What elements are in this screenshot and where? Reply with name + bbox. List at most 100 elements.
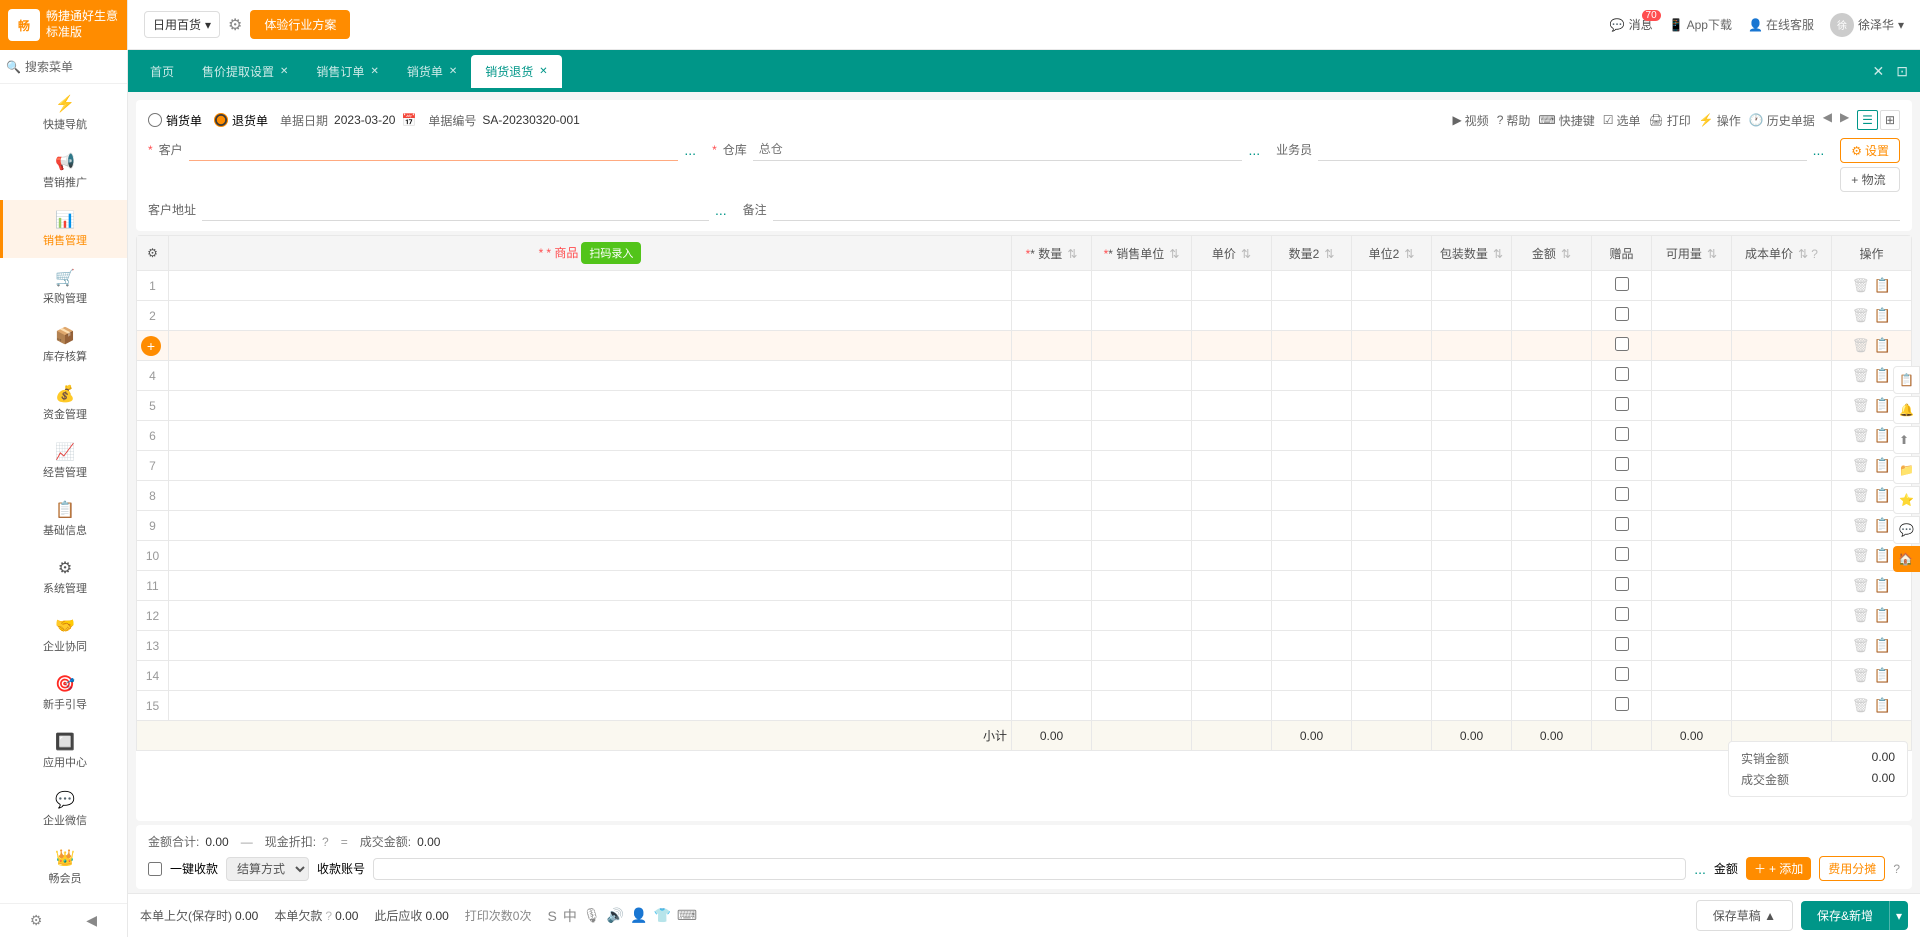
gift-checkbox[interactable] <box>1615 667 1629 681</box>
pack-qty-cell[interactable] <box>1432 391 1512 421</box>
unit2-cell[interactable] <box>1352 391 1432 421</box>
tab-close-active-icon[interactable]: ✕ <box>539 66 547 77</box>
prev-doc-icon[interactable]: ◀ <box>1823 110 1832 130</box>
right-panel-btn-6[interactable]: 💬 <box>1893 516 1920 544</box>
cost-price-cell[interactable] <box>1732 631 1832 661</box>
amount-cell[interactable] <box>1512 361 1592 391</box>
sort-icon[interactable]: ⇅ <box>1798 247 1808 261</box>
available-cell[interactable] <box>1652 571 1732 601</box>
unit2-cell[interactable] <box>1352 691 1432 721</box>
help-btn[interactable]: ? 帮助 <box>1497 110 1531 130</box>
sidebar-item-kucun[interactable]: 📦 库存核算 <box>0 316 127 374</box>
right-panel-btn-3[interactable]: ⬆ <box>1893 426 1920 454</box>
trial-plan-button[interactable]: 体验行业方案 <box>250 10 350 39</box>
qty2-cell[interactable] <box>1272 421 1352 451</box>
customer-input[interactable] <box>189 138 679 161</box>
qty2-cell[interactable] <box>1272 301 1352 331</box>
quantity-cell[interactable] <box>1012 271 1092 301</box>
account-input[interactable] <box>373 858 1686 880</box>
pack-qty-cell[interactable] <box>1432 301 1512 331</box>
online-service-btn[interactable]: 👤 在线客服 <box>1748 16 1814 33</box>
unit-cell[interactable] <box>1092 301 1192 331</box>
product-cell[interactable] <box>169 661 1012 691</box>
pack-qty-cell[interactable] <box>1432 661 1512 691</box>
topbar-settings-icon[interactable]: ⚙ <box>228 15 242 35</box>
sidebar-item-xitong[interactable]: ⚙ 系统管理 <box>0 548 127 606</box>
gift-cell[interactable] <box>1592 661 1652 691</box>
salesperson-input[interactable] <box>1318 138 1806 161</box>
pack-qty-cell[interactable] <box>1432 511 1512 541</box>
tab-close-icon[interactable]: ✕ <box>280 66 288 77</box>
quantity-cell[interactable] <box>1012 331 1092 361</box>
cost-price-cell[interactable] <box>1732 571 1832 601</box>
fee-split-btn[interactable]: 费用分摊 <box>1819 856 1885 881</box>
gift-cell[interactable] <box>1592 541 1652 571</box>
copy-row-btn[interactable]: 📋 <box>1874 697 1891 713</box>
gift-checkbox[interactable] <box>1615 607 1629 621</box>
sidebar-item-weixin[interactable]: 💬 企业微信 <box>0 780 127 838</box>
right-panel-btn-7[interactable]: 🏠 <box>1893 546 1920 572</box>
quantity-cell[interactable] <box>1012 481 1092 511</box>
col-settings[interactable]: ⚙ <box>137 236 169 271</box>
gift-cell[interactable] <box>1592 631 1652 661</box>
gift-checkbox[interactable] <box>1615 487 1629 501</box>
available-cell[interactable] <box>1652 601 1732 631</box>
product-cell[interactable] <box>169 481 1012 511</box>
qty2-cell[interactable] <box>1272 571 1352 601</box>
unit-cell[interactable] <box>1092 571 1192 601</box>
right-panel-btn-2[interactable]: 🔔 <box>1893 396 1920 424</box>
price-cell[interactable] <box>1192 601 1272 631</box>
gift-checkbox[interactable] <box>1615 457 1629 471</box>
app-download-btn[interactable]: 📱 App下载 <box>1669 16 1732 33</box>
amount-cell[interactable] <box>1512 541 1592 571</box>
unit2-cell[interactable] <box>1352 631 1432 661</box>
copy-row-btn[interactable]: 📋 <box>1874 637 1891 653</box>
price-cell[interactable] <box>1192 691 1272 721</box>
video-btn[interactable]: ▶ 视频 <box>1452 110 1488 130</box>
price-cell[interactable] <box>1192 361 1272 391</box>
copy-row-btn[interactable]: 📋 <box>1874 607 1891 623</box>
sidebar-item-kuaijie[interactable]: ⚡ 快捷导航 <box>0 84 127 142</box>
next-doc-icon[interactable]: ▶ <box>1840 110 1849 130</box>
sidebar-item-xinshou[interactable]: 🎯 新手引导 <box>0 664 127 722</box>
quantity-cell[interactable] <box>1012 571 1092 601</box>
logistics-btn[interactable]: + 物流 <box>1840 167 1900 192</box>
qty2-cell[interactable] <box>1272 451 1352 481</box>
gift-checkbox[interactable] <box>1615 367 1629 381</box>
sort-icon[interactable]: ⇅ <box>1324 247 1334 261</box>
pack-qty-cell[interactable] <box>1432 331 1512 361</box>
quantity-cell[interactable] <box>1012 601 1092 631</box>
save-new-dropdown-btn[interactable]: ▾ <box>1889 901 1908 930</box>
available-cell[interactable] <box>1652 541 1732 571</box>
amount-cell[interactable] <box>1512 451 1592 481</box>
amount-cell[interactable] <box>1512 691 1592 721</box>
tab-sales[interactable]: 销货单 ✕ <box>393 55 471 88</box>
amount-cell[interactable] <box>1512 511 1592 541</box>
qty2-cell[interactable] <box>1272 271 1352 301</box>
pack-qty-cell[interactable] <box>1432 361 1512 391</box>
pack-qty-cell[interactable] <box>1432 451 1512 481</box>
pack-qty-cell[interactable] <box>1432 421 1512 451</box>
print-btn[interactable]: 🖨 打印 <box>1649 110 1691 130</box>
copy-row-btn[interactable]: 📋 <box>1874 517 1891 533</box>
settings-btn[interactable]: ⚙ 设置 <box>1840 138 1900 163</box>
save-draft-button[interactable]: 保存草稿 ▲ <box>1696 900 1793 931</box>
gift-checkbox[interactable] <box>1615 547 1629 561</box>
cost-price-cell[interactable] <box>1732 691 1832 721</box>
remark-input[interactable] <box>773 198 1900 221</box>
product-cell[interactable] <box>169 421 1012 451</box>
copy-row-btn[interactable]: 📋 <box>1874 277 1891 293</box>
copy-row-btn[interactable]: 📋 <box>1874 337 1891 353</box>
add-row-btn[interactable]: + <box>141 336 161 356</box>
add-payment-btn[interactable]: ＋ + 添加 <box>1746 857 1811 880</box>
cost-price-cell[interactable] <box>1732 271 1832 301</box>
message-btn[interactable]: 💬 消息 70 <box>1610 16 1653 33</box>
list-view-btn[interactable]: ☰ <box>1857 110 1878 130</box>
unit-cell[interactable] <box>1092 691 1192 721</box>
gift-cell[interactable] <box>1592 691 1652 721</box>
save-new-button[interactable]: 保存&新增 <box>1801 901 1889 930</box>
pack-qty-cell[interactable] <box>1432 541 1512 571</box>
unit-cell[interactable] <box>1092 451 1192 481</box>
sidebar-item-yingxiao[interactable]: 📢 营销推广 <box>0 142 127 200</box>
unit-cell[interactable] <box>1092 481 1192 511</box>
